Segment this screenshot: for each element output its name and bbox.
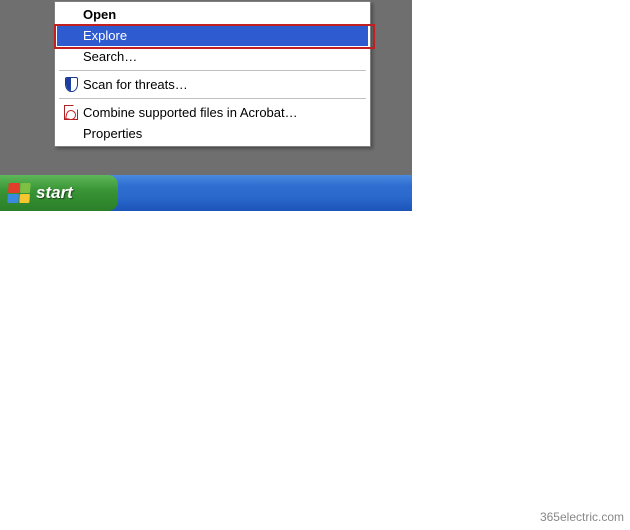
taskbar: start xyxy=(0,175,412,211)
menu-item-properties[interactable]: Properties xyxy=(57,123,368,144)
menu-item-explore[interactable]: Explore xyxy=(57,25,368,46)
menu-item-label: Search… xyxy=(81,49,137,64)
context-menu: Open Explore Search… Scan for threats… C… xyxy=(54,1,371,147)
menu-item-search[interactable]: Search… xyxy=(57,46,368,67)
watermark: 365electric.com xyxy=(540,510,624,524)
blank-icon xyxy=(61,49,81,65)
menu-item-label: Combine supported files in Acrobat… xyxy=(81,105,298,120)
menu-separator xyxy=(59,98,366,99)
blank-icon xyxy=(61,28,81,44)
menu-item-label: Properties xyxy=(81,126,142,141)
start-button[interactable]: start xyxy=(0,175,118,211)
windows-logo-icon xyxy=(7,183,30,203)
start-button-label: start xyxy=(36,183,73,203)
menu-item-scan[interactable]: Scan for threats… xyxy=(57,74,368,95)
menu-item-label: Explore xyxy=(81,28,127,43)
shield-icon xyxy=(61,77,81,93)
menu-item-combine-pdf[interactable]: Combine supported files in Acrobat… xyxy=(57,102,368,123)
blank-icon xyxy=(61,7,81,23)
menu-separator xyxy=(59,70,366,71)
blank-icon xyxy=(61,126,81,142)
pdf-icon xyxy=(61,105,81,121)
menu-item-label: Scan for threats… xyxy=(81,77,188,92)
menu-item-label: Open xyxy=(81,7,116,22)
menu-item-open[interactable]: Open xyxy=(57,4,368,25)
